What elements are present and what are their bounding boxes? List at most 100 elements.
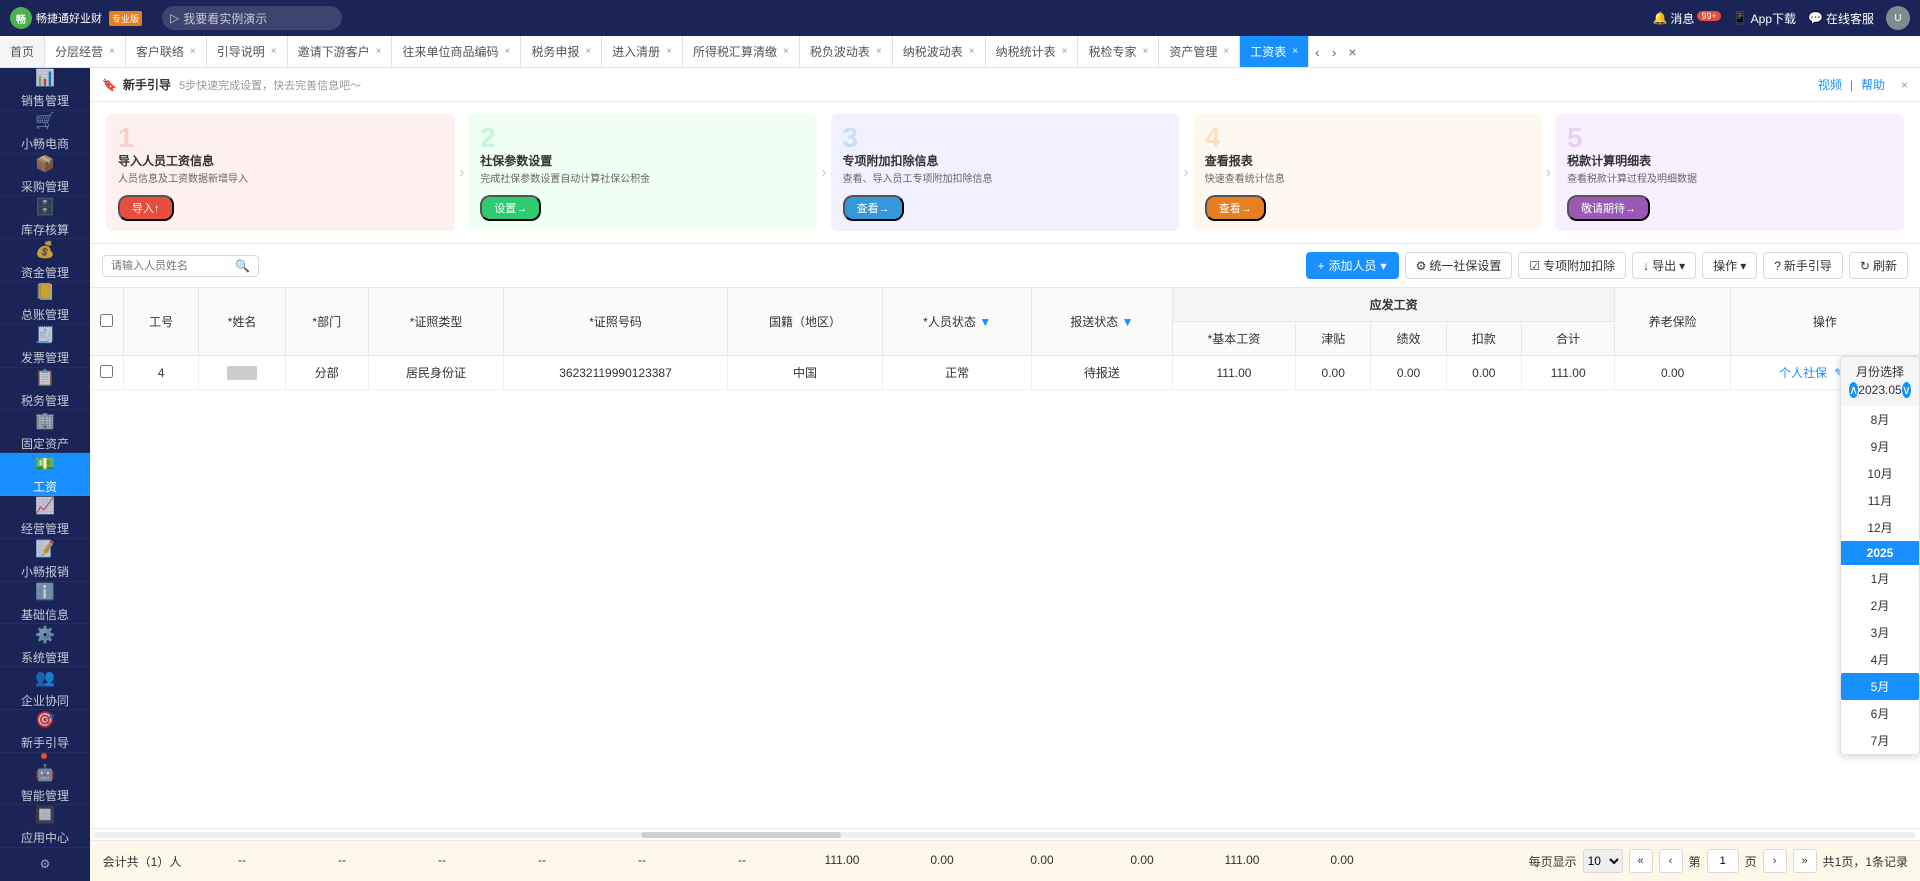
demo-search[interactable]: ▷ 我要看实例演示 bbox=[162, 6, 342, 30]
month-item-2[interactable]: 2月 bbox=[1841, 592, 1919, 619]
month-nav-down-btn[interactable]: ∨ bbox=[1902, 382, 1911, 398]
month-item-3[interactable]: 3月 bbox=[1841, 619, 1919, 646]
tab-qingce[interactable]: 进入清册 × bbox=[602, 36, 683, 67]
sidebar-item-finance[interactable]: 💰 资金管理 bbox=[0, 239, 90, 282]
sidebar-item-inventory[interactable]: 🗄️ 库存核算 bbox=[0, 196, 90, 239]
month-item-12[interactable]: 12月 bbox=[1841, 514, 1919, 541]
sidebar-item-sales[interactable]: 📊 销售管理 bbox=[0, 68, 90, 111]
sidebar-item-collab[interactable]: 👥 企业协同 bbox=[0, 667, 90, 710]
online-service-btn[interactable]: 💬 在线客服 bbox=[1808, 10, 1874, 27]
tab-kehu[interactable]: 客户联络 × bbox=[126, 36, 207, 67]
sidebar-item-management[interactable]: 📈 经营管理 bbox=[0, 496, 90, 539]
refresh-btn[interactable]: ↻ 刷新 bbox=[1849, 252, 1908, 279]
operate-btn[interactable]: 操作 ▾ bbox=[1702, 252, 1757, 279]
add-person-btn[interactable]: + 添加人员 ▾ bbox=[1306, 252, 1399, 279]
unified-settings-btn[interactable]: ⚙ 统一社保设置 bbox=[1405, 252, 1513, 279]
page-first-btn[interactable]: « bbox=[1629, 849, 1653, 873]
sidebar-item-purchase[interactable]: 📦 采购管理 bbox=[0, 154, 90, 197]
tab-close-icon[interactable]: × bbox=[109, 46, 115, 57]
tab-naji[interactable]: 纳税统计表 × bbox=[986, 36, 1079, 67]
sidebar-item-app-center[interactable]: 🔲 应用中心 bbox=[0, 805, 90, 848]
row-checkbox[interactable] bbox=[100, 365, 113, 378]
tab-close-icon[interactable]: × bbox=[1062, 46, 1068, 57]
page-last-btn[interactable]: » bbox=[1793, 849, 1817, 873]
tab-yindao[interactable]: 引导说明 × bbox=[207, 36, 288, 67]
page-size-select[interactable]: 10 20 50 bbox=[1583, 849, 1623, 873]
filter-icon[interactable]: ▼ bbox=[979, 315, 991, 329]
sidebar-item-tax[interactable]: 📋 税务管理 bbox=[0, 368, 90, 411]
page-prev-btn[interactable]: ‹ bbox=[1659, 849, 1683, 873]
month-item-1[interactable]: 1月 bbox=[1841, 565, 1919, 592]
tab-home[interactable]: 首页 bbox=[0, 36, 45, 67]
new-guide-btn[interactable]: ? 新手引导 bbox=[1763, 252, 1843, 279]
sidebar-settings-btn[interactable]: ⚙ bbox=[0, 848, 90, 881]
month-item-10[interactable]: 10月 bbox=[1841, 460, 1919, 487]
month-item-7[interactable]: 7月 bbox=[1841, 727, 1919, 754]
sidebar-item-guide[interactable]: 🎯 新手引导 bbox=[0, 710, 90, 753]
month-item-11[interactable]: 11月 bbox=[1841, 487, 1919, 514]
tab-close-icon[interactable]: × bbox=[271, 46, 277, 57]
sidebar-item-basic[interactable]: ℹ️ 基础信息 bbox=[0, 582, 90, 625]
sidebar-item-ledger[interactable]: 📒 总账管理 bbox=[0, 282, 90, 325]
tab-fenggceng[interactable]: 分层经营 × bbox=[45, 36, 126, 67]
guide-close-btn[interactable]: × bbox=[1901, 78, 1908, 92]
tab-close-icon[interactable]: × bbox=[504, 46, 510, 57]
tab-close-icon[interactable]: × bbox=[666, 46, 672, 57]
message-btn[interactable]: 🔔 消息 99+ bbox=[1652, 10, 1720, 27]
month-nav-up-btn[interactable]: ∧ bbox=[1849, 382, 1858, 398]
tab-close-icon[interactable]: × bbox=[190, 46, 196, 57]
tab-wanglai[interactable]: 往来单位商品编码 × bbox=[392, 36, 521, 67]
tab-yaoqing[interactable]: 邀请下游客户 × bbox=[288, 36, 393, 67]
tab-zichan[interactable]: 资产管理 × bbox=[1159, 36, 1240, 67]
help-btn[interactable]: 帮助 bbox=[1861, 76, 1885, 93]
tab-close-icon[interactable]: × bbox=[876, 46, 882, 57]
tab-close-icon[interactable]: × bbox=[1142, 46, 1148, 57]
tab-close-icon[interactable]: × bbox=[1292, 46, 1298, 57]
tab-suodeshui[interactable]: 所得税汇算清缴 × bbox=[683, 36, 800, 67]
search-input[interactable] bbox=[111, 260, 231, 272]
filter-icon[interactable]: ▼ bbox=[1122, 315, 1134, 329]
tab-close-all-btn[interactable]: × bbox=[1342, 44, 1362, 60]
tab-prev-btn[interactable]: ‹ bbox=[1309, 44, 1326, 60]
month-item-9[interactable]: 9月 bbox=[1841, 433, 1919, 460]
sidebar-item-invoice[interactable]: 🧾 发票管理 bbox=[0, 325, 90, 368]
tab-close-icon[interactable]: × bbox=[376, 46, 382, 57]
addon-btn[interactable]: ☑ 专项附加扣除 bbox=[1518, 252, 1626, 279]
tab-납세[interactable]: 纳税波动表 × bbox=[893, 36, 986, 67]
scroll-thumb[interactable] bbox=[641, 832, 841, 838]
sidebar-item-ai[interactable]: 🤖 智能管理 bbox=[0, 753, 90, 805]
page-input[interactable] bbox=[1707, 849, 1739, 873]
tab-close-icon[interactable]: × bbox=[783, 46, 789, 57]
tab-close-icon[interactable]: × bbox=[585, 46, 591, 57]
tab-next-btn[interactable]: › bbox=[1326, 44, 1343, 60]
sidebar-item-ecommerce[interactable]: 🛒 小畅电商 bbox=[0, 111, 90, 154]
month-item-8[interactable]: 8月 bbox=[1841, 406, 1919, 433]
tab-shuijian[interactable]: 税检专家 × bbox=[1078, 36, 1159, 67]
step-4-btn[interactable]: 查看→ bbox=[1205, 195, 1266, 221]
search-icon[interactable]: 🔍 bbox=[235, 259, 250, 273]
app-download-btn[interactable]: 📱 App下载 bbox=[1733, 10, 1796, 27]
sidebar-item-assets[interactable]: 🏢 固定资产 bbox=[0, 410, 90, 453]
sidebar-item-system[interactable]: ⚙️ 系统管理 bbox=[0, 624, 90, 667]
sidebar-item-expense[interactable]: 📝 小畅报销 bbox=[0, 539, 90, 582]
video-btn[interactable]: 视频 bbox=[1818, 76, 1842, 93]
step-5-btn[interactable]: 敬请期待→ bbox=[1567, 195, 1650, 221]
tab-close-icon[interactable]: × bbox=[969, 46, 975, 57]
tab-close-icon[interactable]: × bbox=[1223, 46, 1229, 57]
select-all-checkbox[interactable] bbox=[100, 314, 113, 327]
export-btn[interactable]: ↓ 导出 ▾ bbox=[1632, 252, 1696, 279]
month-item-4[interactable]: 4月 bbox=[1841, 646, 1919, 673]
social-insurance-link[interactable]: 个人社保 bbox=[1779, 366, 1827, 380]
month-item-6[interactable]: 6月 bbox=[1841, 700, 1919, 727]
user-avatar[interactable]: U bbox=[1886, 6, 1910, 30]
step-3-btn[interactable]: 查看→ bbox=[843, 195, 904, 221]
tab-shuifu[interactable]: 税负波动表 × bbox=[800, 36, 893, 67]
horizontal-scrollbar[interactable] bbox=[90, 828, 1920, 840]
sidebar-item-payroll[interactable]: 💵 工资 bbox=[0, 453, 90, 496]
step-2-btn[interactable]: 设置→ bbox=[480, 195, 541, 221]
tab-shuiwu[interactable]: 税务申报 × bbox=[521, 36, 602, 67]
month-item-5[interactable]: 5月 bbox=[1841, 673, 1919, 700]
page-next-btn[interactable]: › bbox=[1763, 849, 1787, 873]
tab-gongzi[interactable]: 工资表 × bbox=[1240, 36, 1309, 67]
step-1-btn[interactable]: 导入↑ bbox=[118, 195, 174, 221]
